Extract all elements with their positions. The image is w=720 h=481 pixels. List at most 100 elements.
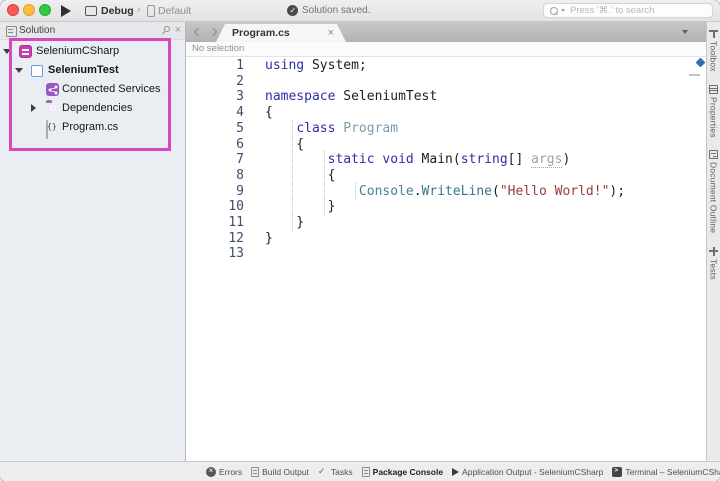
- line-number[interactable]: 12: [186, 231, 244, 247]
- navigate-forward-icon[interactable]: [208, 27, 218, 37]
- code-line: 4{: [186, 105, 706, 121]
- navigate-back-icon[interactable]: [193, 27, 203, 37]
- dock-tab-tasks[interactable]: Tasks: [318, 466, 353, 477]
- dock-tab-label: Tests: [708, 258, 719, 280]
- package-console-icon: [361, 466, 370, 477]
- code-line: 13: [186, 246, 706, 262]
- toolbox-icon: [709, 29, 718, 38]
- disclosure-expanded-icon[interactable]: [3, 49, 11, 54]
- dock-tab-label: Properties: [708, 96, 719, 138]
- dock-tab-application-output-seleniumcsharp[interactable]: Application Output - SeleniumCSharp: [452, 467, 603, 477]
- run-button[interactable]: [61, 5, 71, 17]
- solution-pad-header: Solution ×: [0, 22, 185, 40]
- search-icon: [550, 6, 558, 15]
- tree-item-dependencies[interactable]: Dependencies: [0, 99, 185, 118]
- vs-mac-window: Debug › Default Solution saved. Solution…: [0, 0, 720, 481]
- solution-pad-icon: [6, 26, 17, 37]
- tree-item-label: Dependencies: [62, 102, 133, 114]
- dock-tab-label: Package Console: [372, 466, 444, 477]
- project-icon: [31, 65, 43, 77]
- editor-tabbar: Program.cs ×: [186, 22, 706, 42]
- chevron-right-icon: ›: [137, 4, 141, 15]
- tab-list-dropdown-icon[interactable]: [682, 30, 688, 34]
- status-message: Solution saved.: [287, 5, 370, 16]
- build-output-icon: [251, 466, 260, 477]
- line-number[interactable]: 3: [186, 89, 244, 105]
- code-line: 9 Console.WriteLine("Hello World!");: [186, 182, 706, 201]
- run-target-icon: [147, 5, 155, 17]
- dock-tab-errors[interactable]: Errors: [206, 466, 242, 477]
- dock-tab-label: Build Output: [262, 466, 309, 477]
- pad-close-icon[interactable]: ×: [175, 23, 181, 38]
- tab-close-icon[interactable]: ×: [328, 24, 334, 42]
- line-number[interactable]: 4: [186, 105, 244, 121]
- window-close-button[interactable]: [7, 4, 19, 16]
- code-line-text: static void Main(string[] args): [265, 151, 570, 169]
- code-line: 5 class Program: [186, 119, 706, 138]
- line-number[interactable]: 5: [186, 121, 244, 137]
- line-number[interactable]: 7: [186, 152, 244, 168]
- tree-item-connected-services[interactable]: Connected Services: [0, 80, 185, 99]
- dock-tab-terminal-seleniumcsharp[interactable]: Terminal – SeleniumCSharp: [612, 466, 720, 477]
- disclosure-collapsed-icon[interactable]: [31, 104, 36, 112]
- line-number[interactable]: 2: [186, 74, 244, 90]
- dock-tab-properties[interactable]: Properties: [708, 84, 719, 138]
- code-line-text: }: [265, 230, 273, 246]
- configuration-icon: [85, 6, 97, 16]
- code-line: 12}: [186, 231, 706, 247]
- run-target-selector[interactable]: Default: [158, 5, 191, 17]
- dock-tab-package-console[interactable]: Package Console: [361, 466, 444, 477]
- code-line-text: namespace SeleniumTest: [265, 89, 438, 105]
- line-number[interactable]: 11: [186, 215, 244, 231]
- indent-guide: [355, 182, 357, 201]
- tab-program-cs[interactable]: Program.cs ×: [216, 24, 346, 42]
- dock-tab-tests[interactable]: Tests: [708, 246, 719, 280]
- solution-pad: Solution × SeleniumCSharp SeleniumTest Con…: [0, 22, 186, 461]
- code-line: 11 }: [186, 214, 706, 232]
- configuration-selector[interactable]: Debug: [101, 5, 134, 17]
- tree-item-seleniumtest[interactable]: SeleniumTest: [0, 61, 185, 80]
- right-dock: Toolbox Properties Document Outline Tests: [706, 22, 720, 461]
- tree-item-label: SeleniumCSharp: [36, 45, 120, 57]
- csharp-file-icon: [46, 120, 48, 139]
- dock-tab-document-outline[interactable]: Document Outline: [709, 150, 719, 234]
- bottom-dock: Errors Build Output Tasks Package Console Ap…: [0, 461, 720, 481]
- tree-item-program-cs[interactable]: Program.cs: [0, 118, 185, 139]
- code-line: 8 {: [186, 166, 706, 185]
- indent-guide: [323, 198, 325, 217]
- line-number[interactable]: 8: [186, 168, 244, 184]
- code-line-text: {: [265, 105, 273, 121]
- tree-item-seleniumcsharp[interactable]: SeleniumCSharp: [0, 42, 185, 61]
- code-line-text: Console.WriteLine("Hello World!");: [265, 182, 625, 201]
- line-number[interactable]: 9: [186, 184, 244, 200]
- code-editor[interactable]: 1 using System; 2 3 namespace SeleniumTest 4…: [186, 57, 706, 461]
- properties-icon: [709, 84, 718, 94]
- dock-tab-toolbox[interactable]: Toolbox: [709, 29, 719, 72]
- dock-tab-build-output[interactable]: Build Output: [251, 466, 309, 477]
- terminal-icon: [612, 466, 623, 477]
- check-icon: [287, 5, 298, 16]
- window-zoom-button[interactable]: [39, 4, 51, 16]
- errors-icon: [206, 466, 216, 477]
- code-line-text: {: [265, 166, 336, 185]
- solution-tree[interactable]: SeleniumCSharp SeleniumTest Connected Serv…: [0, 40, 185, 139]
- tasks-icon: [318, 466, 328, 477]
- line-number[interactable]: 13: [186, 246, 244, 262]
- indent-guide: [292, 214, 294, 232]
- pin-icon[interactable]: [161, 26, 170, 35]
- disclosure-expanded-icon[interactable]: [15, 68, 23, 73]
- code-line: 1 using System;: [186, 58, 706, 74]
- search-input[interactable]: [568, 4, 706, 17]
- search-caret-icon: [561, 9, 565, 12]
- code-line-text: class Program: [265, 119, 398, 138]
- line-number[interactable]: 10: [186, 199, 244, 215]
- search-box[interactable]: [543, 3, 713, 18]
- solution-pad-title: Solution: [19, 25, 56, 36]
- window-minimize-button[interactable]: [23, 4, 35, 16]
- line-number[interactable]: 6: [186, 137, 244, 153]
- document-outline-icon: [709, 150, 718, 160]
- solution-icon: [19, 45, 32, 58]
- line-number[interactable]: 1: [186, 58, 244, 74]
